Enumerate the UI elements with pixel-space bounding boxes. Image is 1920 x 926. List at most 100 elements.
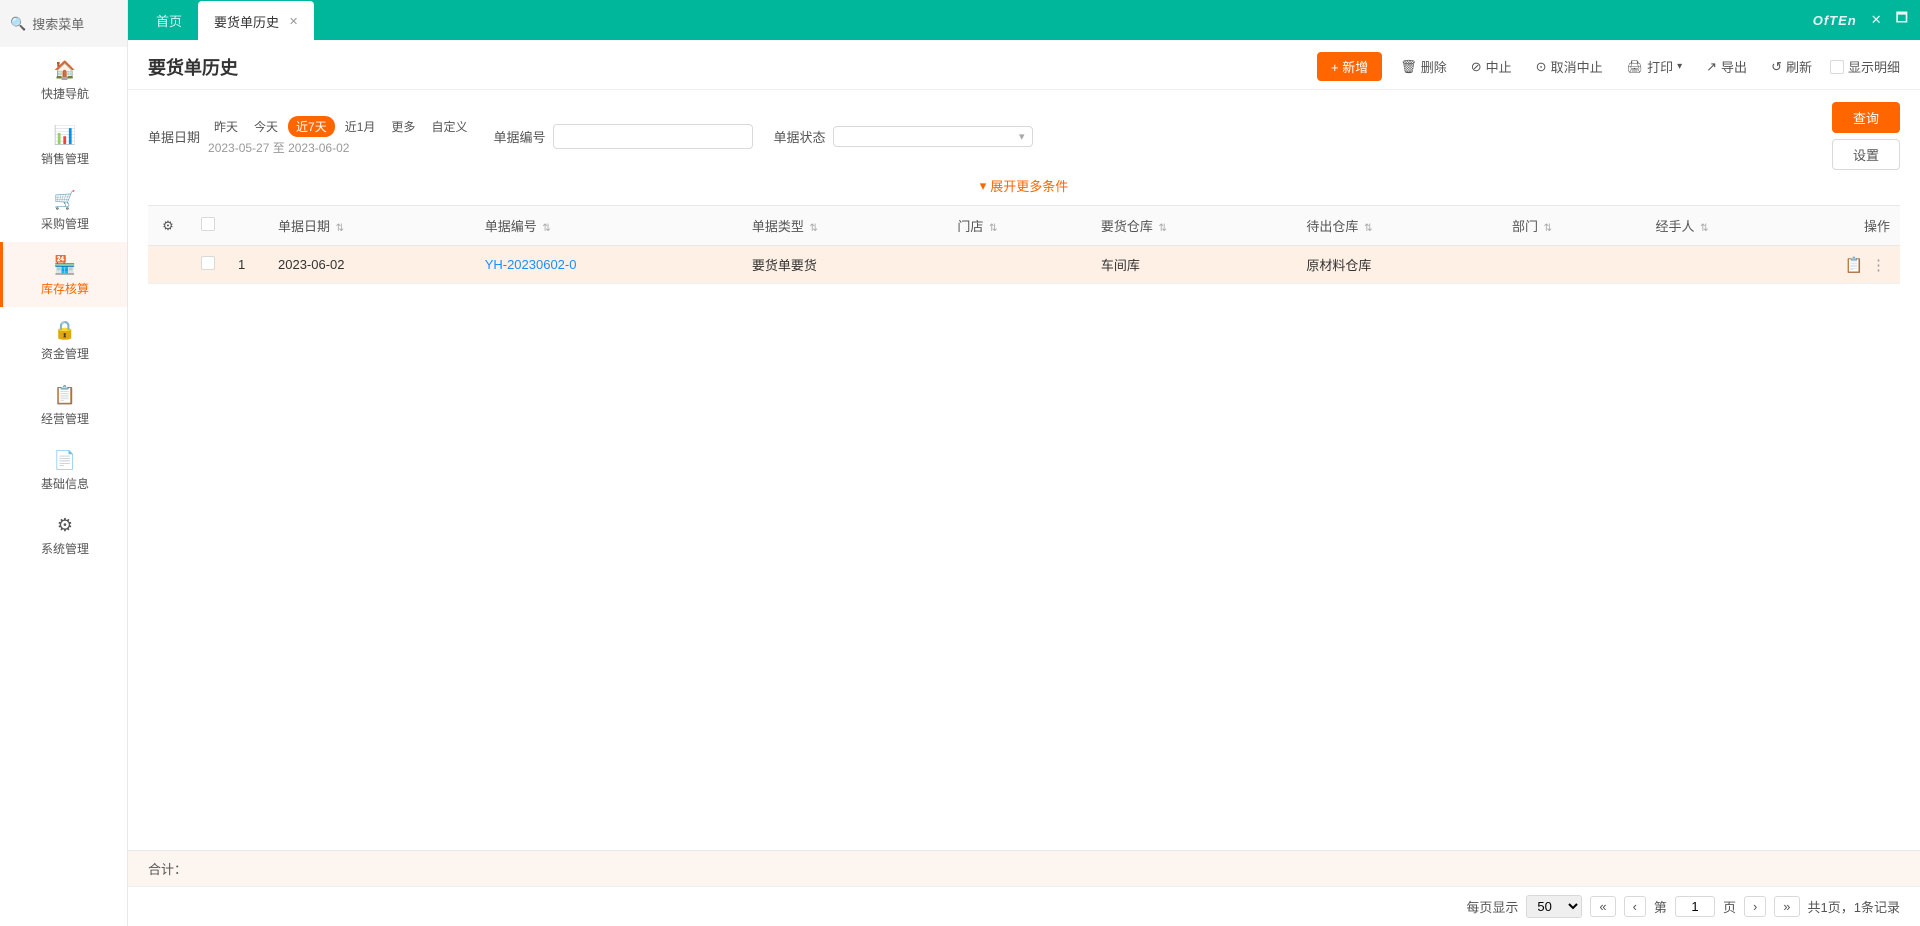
- sidebar-item-sales[interactable]: 📊 销售管理: [0, 112, 127, 177]
- tab-requisition-history[interactable]: 要货单历史✕: [198, 1, 314, 41]
- sidebar-item-operations[interactable]: 📋 经营管理: [0, 372, 127, 437]
- row-more-icon[interactable]: ⋮: [1871, 257, 1886, 274]
- sidebar-item-quick-nav[interactable]: 🏠 快捷导航: [0, 47, 127, 112]
- topbar: 首页要货单历史✕ OfTEn ✕ 🗖: [128, 0, 1920, 40]
- th-req-warehouse[interactable]: 要货仓库 ⇅: [1091, 206, 1297, 246]
- tab-home[interactable]: 首页: [140, 0, 198, 40]
- refresh-button[interactable]: ↺ 刷新: [1765, 53, 1818, 80]
- td-store: [947, 246, 1090, 284]
- filter-buttons: 查询 设置: [1832, 102, 1900, 170]
- th-type[interactable]: 单据类型 ⇅: [742, 206, 948, 246]
- th-checkbox[interactable]: [188, 206, 228, 246]
- date-filter-label: 单据日期: [148, 127, 200, 146]
- print-dropdown-icon: ▾: [1677, 61, 1682, 72]
- th-pending-warehouse-label: 待出仓库: [1306, 219, 1358, 234]
- query-button[interactable]: 查询: [1832, 102, 1900, 133]
- row-edit-icon[interactable]: 📋: [1845, 257, 1864, 274]
- prev-page-btn[interactable]: ‹: [1624, 896, 1646, 917]
- sidebar-icon-inventory: 🏪: [54, 254, 76, 276]
- th-pending-warehouse[interactable]: 待出仓库 ⇅: [1296, 206, 1502, 246]
- sidebar-item-purchase[interactable]: 🛒 采购管理: [0, 177, 127, 242]
- status-select[interactable]: ▾: [833, 126, 1033, 147]
- filter-settings-button[interactable]: 设置: [1832, 139, 1900, 170]
- sidebar-label-purchase: 采购管理: [41, 215, 89, 232]
- th-store[interactable]: 门店 ⇅: [947, 206, 1090, 246]
- date-options: 昨天今天近7天近1月更多自定义 2023-05-27 至 2023-06-02: [208, 116, 473, 156]
- add-button[interactable]: + 新增: [1317, 52, 1382, 81]
- page-title: 要货单历史: [148, 54, 238, 80]
- sidebar-label-system: 系统管理: [41, 540, 89, 557]
- stop-label: 中止: [1486, 57, 1512, 76]
- next-page-btn[interactable]: ›: [1744, 896, 1766, 917]
- per-page-select[interactable]: 2050100200: [1526, 895, 1582, 918]
- sidebar-item-inventory[interactable]: 🏪 库存核算: [0, 242, 127, 307]
- export-label: 导出: [1721, 57, 1747, 76]
- expand-label: 展开更多条件: [990, 176, 1068, 195]
- total-info: 共1页，1条记录: [1808, 897, 1900, 916]
- td-order-no[interactable]: YH-20230602-0: [475, 246, 742, 284]
- th-settings[interactable]: ⚙: [148, 206, 188, 246]
- th-req-warehouse-label: 要货仓库: [1101, 219, 1153, 234]
- refresh-icon: ↺: [1771, 59, 1782, 75]
- th-date[interactable]: 单据日期 ⇅: [268, 206, 475, 246]
- td-checkbox[interactable]: [188, 246, 228, 284]
- footer-sum: 合计：: [128, 850, 1920, 886]
- order-no-label: 单据编号: [493, 127, 545, 146]
- status-label: 单据状态: [773, 127, 825, 146]
- th-handler[interactable]: 经手人 ⇅: [1645, 206, 1820, 246]
- cancel-stop-button[interactable]: ⊙ 取消中止: [1530, 53, 1609, 80]
- sum-label: 合计：: [148, 862, 187, 877]
- th-dept[interactable]: 部门 ⇅: [1502, 206, 1645, 246]
- sidebar-item-finance[interactable]: 🔒 资金管理: [0, 307, 127, 372]
- refresh-label: 刷新: [1786, 57, 1812, 76]
- page-header: 要货单历史 + 新增 🗑 删除 ⊘ 中止 ⊙ 取消中止 🖨 打印: [128, 40, 1920, 90]
- expand-more-btn[interactable]: ▾ 展开更多条件: [148, 170, 1900, 199]
- th-order-no[interactable]: 单据编号 ⇅: [475, 206, 742, 246]
- table-row[interactable]: 1 2023-06-02 YH-20230602-0 要货单要货 车间库 原材料…: [148, 246, 1900, 284]
- display-detail-checkbox[interactable]: [1830, 60, 1844, 74]
- date-option-近1月[interactable]: 近1月: [339, 116, 382, 137]
- sidebar-label-quick-nav: 快捷导航: [41, 85, 89, 102]
- print-icon: 🖨: [1627, 59, 1644, 75]
- page-label: 第: [1654, 897, 1667, 916]
- first-page-btn[interactable]: «: [1590, 896, 1615, 917]
- sidebar-search[interactable]: 🔍 搜索菜单: [0, 0, 127, 47]
- export-button[interactable]: ↗ 导出: [1700, 53, 1753, 80]
- sidebar-icon-system: ⚙: [54, 514, 76, 536]
- date-option-今天[interactable]: 今天: [248, 116, 284, 137]
- delete-button[interactable]: 🗑 删除: [1394, 53, 1453, 80]
- td-num: 1: [228, 246, 268, 284]
- tab-close-requisition-history[interactable]: ✕: [289, 15, 298, 28]
- filter-row: 单据日期 昨天今天近7天近1月更多自定义 2023-05-27 至 2023-0…: [148, 102, 1900, 170]
- date-option-昨天[interactable]: 昨天: [208, 116, 244, 137]
- order-no-link[interactable]: YH-20230602-0: [485, 257, 577, 272]
- display-detail-toggle[interactable]: 显示明细: [1830, 57, 1900, 76]
- maximize-window-btn[interactable]: 🗖: [1896, 9, 1908, 31]
- sidebar-item-basic-info[interactable]: 📄 基础信息: [0, 437, 127, 502]
- close-window-btn[interactable]: ✕: [1871, 12, 1882, 28]
- sidebar-icon-basic-info: 📄: [54, 449, 76, 471]
- th-num: [228, 206, 268, 246]
- date-option-近7天[interactable]: 近7天: [288, 116, 335, 137]
- td-date: 2023-06-02: [268, 246, 475, 284]
- order-no-filter-group: 单据编号: [493, 124, 753, 149]
- last-page-btn[interactable]: »: [1774, 896, 1799, 917]
- th-date-sort-icon: ⇅: [336, 223, 344, 234]
- stop-button[interactable]: ⊘ 中止: [1465, 53, 1518, 80]
- current-page-input[interactable]: [1675, 896, 1715, 917]
- date-option-自定义[interactable]: 自定义: [425, 116, 473, 137]
- status-filter-group: 单据状态 ▾: [773, 126, 1033, 147]
- date-option-更多[interactable]: 更多: [385, 116, 421, 137]
- th-dept-sort-icon: ⇅: [1544, 223, 1552, 234]
- th-pending-warehouse-sort-icon: ⇅: [1364, 223, 1372, 234]
- sidebar-item-system[interactable]: ⚙ 系统管理: [0, 502, 127, 567]
- print-button[interactable]: 🖨 打印 ▾: [1621, 53, 1689, 80]
- order-no-input[interactable]: [553, 124, 753, 149]
- main-area: 首页要货单历史✕ OfTEn ✕ 🗖 要货单历史 + 新增 🗑 删除 ⊘ 中止: [128, 0, 1920, 926]
- filter-area: 单据日期 昨天今天近7天近1月更多自定义 2023-05-27 至 2023-0…: [128, 90, 1920, 205]
- th-req-warehouse-sort-icon: ⇅: [1158, 223, 1166, 234]
- cancel-stop-label: 取消中止: [1551, 57, 1603, 76]
- export-icon: ↗: [1706, 59, 1717, 75]
- th-handler-sort-icon: ⇅: [1700, 223, 1708, 234]
- date-range-text: 2023-05-27 至 2023-06-02: [208, 139, 473, 156]
